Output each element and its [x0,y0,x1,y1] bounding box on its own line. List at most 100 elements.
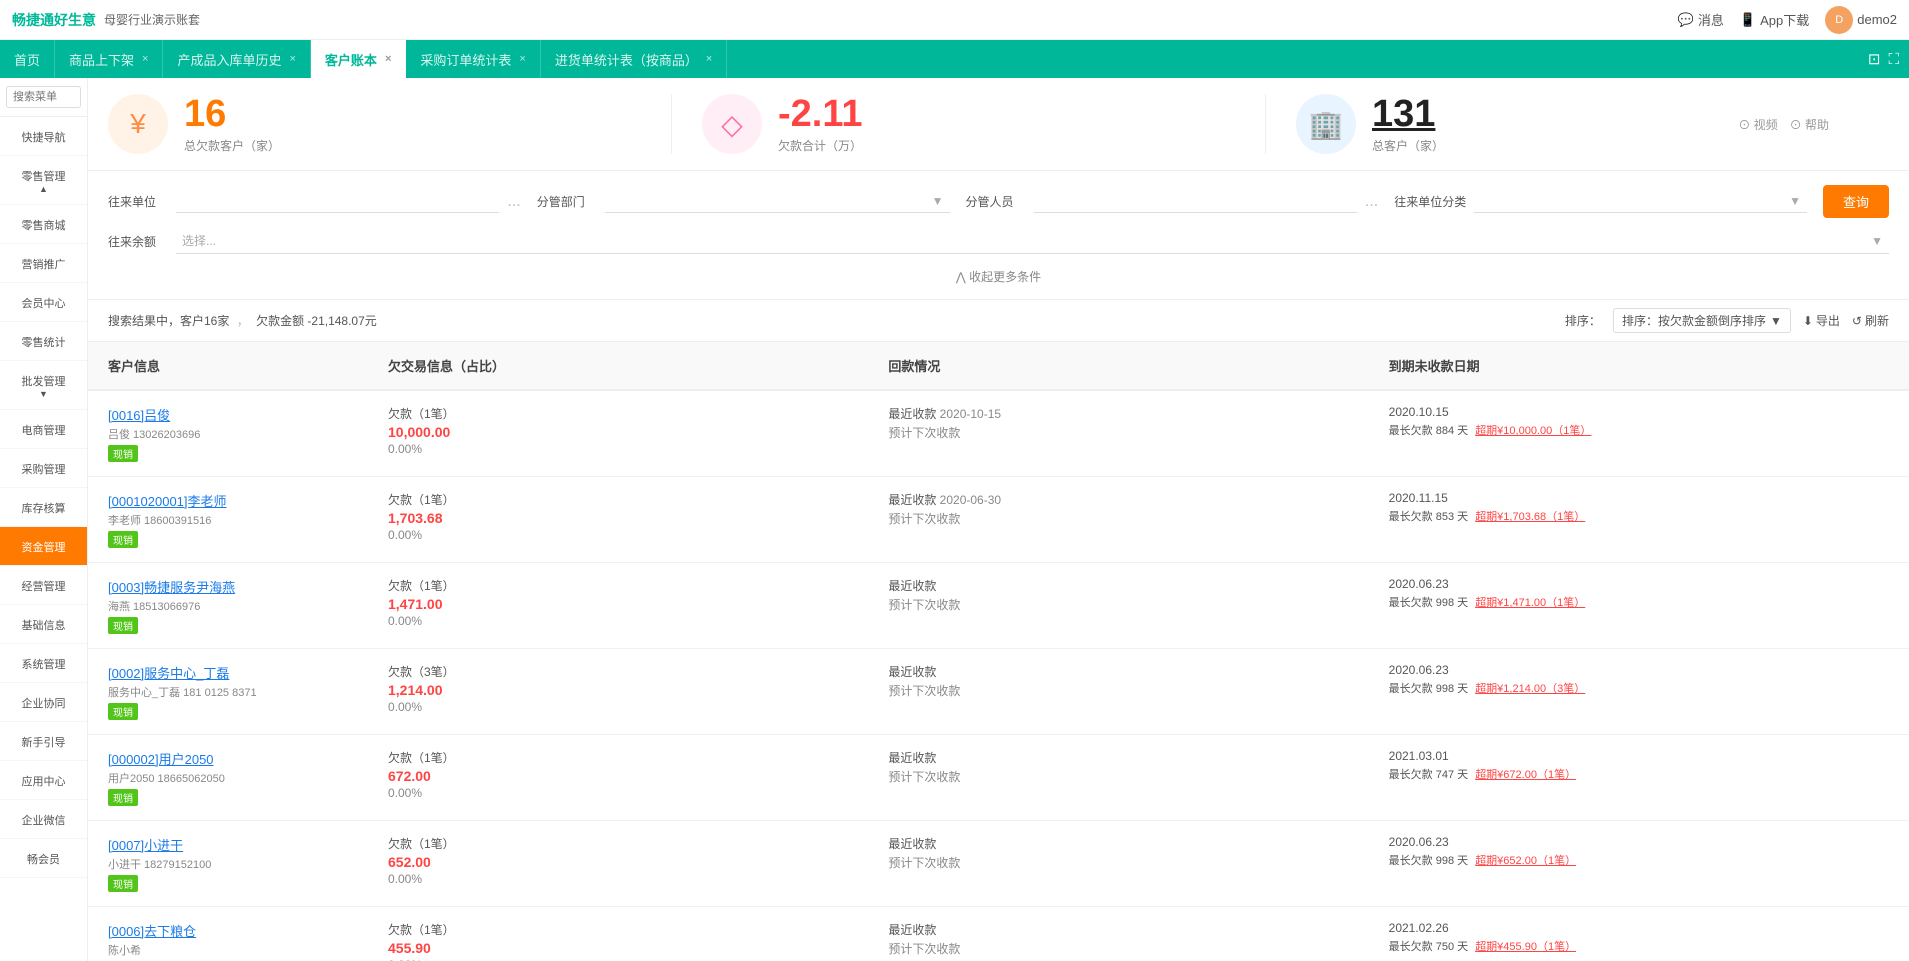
ret-last: 最近收款 [888,921,1388,938]
filter-balance: 往来余额 选择... ▼ [108,228,1889,254]
sidebar-item-newbie[interactable]: 新手引导 [0,722,87,761]
results-bar-right: 排序： 排序：按欠款金额倒序排序 ▼ ⬇ 导出 ↺ 刷新 [1565,308,1889,333]
card-info-customers: 131 总客户（家） [1372,95,1444,154]
message-btn[interactable]: 💬 消息 [1678,10,1724,29]
sidebar-item-purchase-mgmt[interactable]: 采购管理 [0,449,87,488]
sidebar-item-retail-store[interactable]: 零售商城 [0,205,87,244]
sidebar-item-batch-mgmt[interactable]: 批发管理 ▼ [0,361,87,410]
overdue-link[interactable]: 超期¥1,703.68（1笔） [1475,511,1585,523]
help-link[interactable]: ⊙ 帮助 [1790,116,1829,133]
sidebar-item-biz-mgmt[interactable]: 经营管理 [0,566,87,605]
sidebar-item-enterprise[interactable]: 企业协同 [0,683,87,722]
filter-person-dots[interactable]: ... [1365,193,1378,211]
cust-name-link[interactable]: [0001020001]李老师 [108,494,227,509]
debt-customers-num: 16 [184,95,280,133]
cust-sub: 李老师 18600391516 [108,512,388,528]
sidebar-item-basic-info[interactable]: 基础信息 [0,605,87,644]
debt-pct: 0.00% [388,786,888,800]
debt-amount: 455.90 [388,940,888,956]
filter-dept-dropdown[interactable]: ▼ [605,190,950,213]
refresh-button[interactable]: ↺ 刷新 [1852,312,1889,329]
cust-name-link[interactable]: [0016]吕俊 [108,408,170,423]
filter-partner-dots[interactable]: ... [507,193,520,211]
close-tab-history[interactable]: × [289,53,295,65]
search-input[interactable] [6,86,81,108]
filter-person-input[interactable] [1034,190,1357,213]
search-button[interactable]: 查询 [1823,185,1889,218]
ret-last: 最近收款 [888,835,1388,852]
tab-bar: 首页 商品上下架 × 产成品入库单历史 × 客户账本 × 采购订单统计表 × 进… [0,40,1909,78]
results-text: 搜索结果中，客户16家 [108,314,229,328]
sidebar-item-vip-member[interactable]: 畅会员 [0,839,87,878]
debt-customers-label: 总欠款客户（家） [184,137,280,154]
filter-category-dropdown[interactable]: ▼ [1474,190,1807,213]
overdue-link[interactable]: 超期¥652.00（1笔） [1475,855,1576,867]
sidebar-item-retail-stat[interactable]: 零售统计 [0,322,87,361]
tab-home[interactable]: 首页 [0,40,55,78]
sidebar-item-retail-mgmt[interactable]: 零售管理 ▲ [0,156,87,205]
sidebar: 快捷导航 零售管理 ▲ 零售商城 营销推广 会员中心 零售统计 批发管理 ▼ 电… [0,78,88,961]
cust-name: [0007]小进干 [108,835,388,854]
window-maximize-icon[interactable]: ⛶ [1888,51,1899,68]
tab-customer[interactable]: 客户账本 × [311,40,406,78]
debt-count: 欠款（3笔） [388,663,888,680]
sidebar-item-inventory[interactable]: 库存核算 [0,488,87,527]
tab-inbound[interactable]: 进货单统计表（按商品） × [541,40,727,78]
tab-history[interactable]: 产成品入库单历史 × [163,40,310,78]
cust-name-link[interactable]: [000002]用户2050 [108,752,214,767]
download-icon: 📱 [1740,12,1756,28]
video-link[interactable]: ⊙ 视频 [1738,116,1777,133]
user-menu[interactable]: D demo2 [1825,6,1897,34]
sidebar-item-quick-nav[interactable]: 快捷导航 [0,117,87,156]
close-tab-purchase[interactable]: × [519,53,525,65]
debt-amount: 1,214.00 [388,682,888,698]
sidebar-item-app-center[interactable]: 应用中心 [0,761,87,800]
cust-name: [0001020001]李老师 [108,491,388,510]
sidebar-item-marketing[interactable]: 营销推广 [0,244,87,283]
close-tab-inbound[interactable]: × [706,53,712,65]
debt-amount: 672.00 [388,768,888,784]
window-restore-icon[interactable]: ⊡ [1868,50,1881,68]
close-tab-customer[interactable]: × [385,53,391,65]
sidebar-item-capital[interactable]: 资金管理 [0,527,87,566]
refresh-icon: ↺ [1852,314,1862,328]
collapse-label: ⋀ 收起更多条件 [956,270,1041,284]
filter-area: 往来单位 ... 分管部门 ▼ 分管人员 ... 往来单位分类 [88,171,1909,300]
debt-count: 欠款（1笔） [388,577,888,594]
cust-name-link[interactable]: [0006]去下粮仓 [108,924,196,939]
debt-pct: 0.00% [388,614,888,628]
cust-info-cell: [0006]去下粮仓 陈小希 现销 [108,917,388,961]
collapse-bar[interactable]: ⋀ 收起更多条件 [108,264,1889,289]
sidebar-item-corp-wechat[interactable]: 企业微信 [0,800,87,839]
ret-next: 预计下次收款 [888,768,1388,785]
logo-sub: 母婴行业演示账套 [104,11,200,28]
card-info-debt: 16 总欠款客户（家） [184,95,280,154]
overdue-link[interactable]: 超期¥10,000.00（1笔） [1475,425,1591,437]
sidebar-item-sys-mgmt[interactable]: 系统管理 [0,644,87,683]
filter-person: 分管人员 ... [966,190,1379,213]
ret-next: 预计下次收款 [888,596,1388,613]
overdue-link[interactable]: 超期¥672.00（1笔） [1475,769,1576,781]
overdue-link[interactable]: 超期¥1,214.00（3笔） [1475,683,1585,695]
filter-balance-dropdown[interactable]: 选择... ▼ [176,228,1889,254]
export-button[interactable]: ⬇ 导出 [1803,312,1840,329]
debt-amount: 1,471.00 [388,596,888,612]
close-tab-products[interactable]: × [142,53,148,65]
cust-name-link[interactable]: [0002]服务中心_丁磊 [108,666,229,681]
due-cell: 2021.03.01 最长欠款 747 天 超期¥672.00（1笔） [1389,745,1889,810]
overdue-info: 最长欠款 750 天 超期¥455.90（1笔） [1389,938,1889,954]
tab-products[interactable]: 商品上下架 × [55,40,163,78]
overdue-days: 最长欠款 884 天 [1389,425,1468,437]
cust-name-link[interactable]: [0003]畅捷服务尹海燕 [108,580,235,595]
return-cell: 最近收款 预计下次收款 [888,917,1388,961]
overdue-link[interactable]: 超期¥1,471.00（1笔） [1475,597,1585,609]
cust-name-link[interactable]: [0007]小进干 [108,838,183,853]
tab-purchase[interactable]: 采购订单统计表 × [406,40,540,78]
sort-button[interactable]: 排序：按欠款金额倒序排序 ▼ [1613,308,1791,333]
sidebar-item-ecommerce[interactable]: 电商管理 [0,410,87,449]
app-download-btn[interactable]: 📱 App下载 [1740,10,1809,29]
filter-partner-input[interactable] [176,190,499,213]
ret-next: 预计下次收款 [888,424,1388,441]
overdue-link[interactable]: 超期¥455.90（1笔） [1475,941,1576,953]
sidebar-item-member[interactable]: 会员中心 [0,283,87,322]
